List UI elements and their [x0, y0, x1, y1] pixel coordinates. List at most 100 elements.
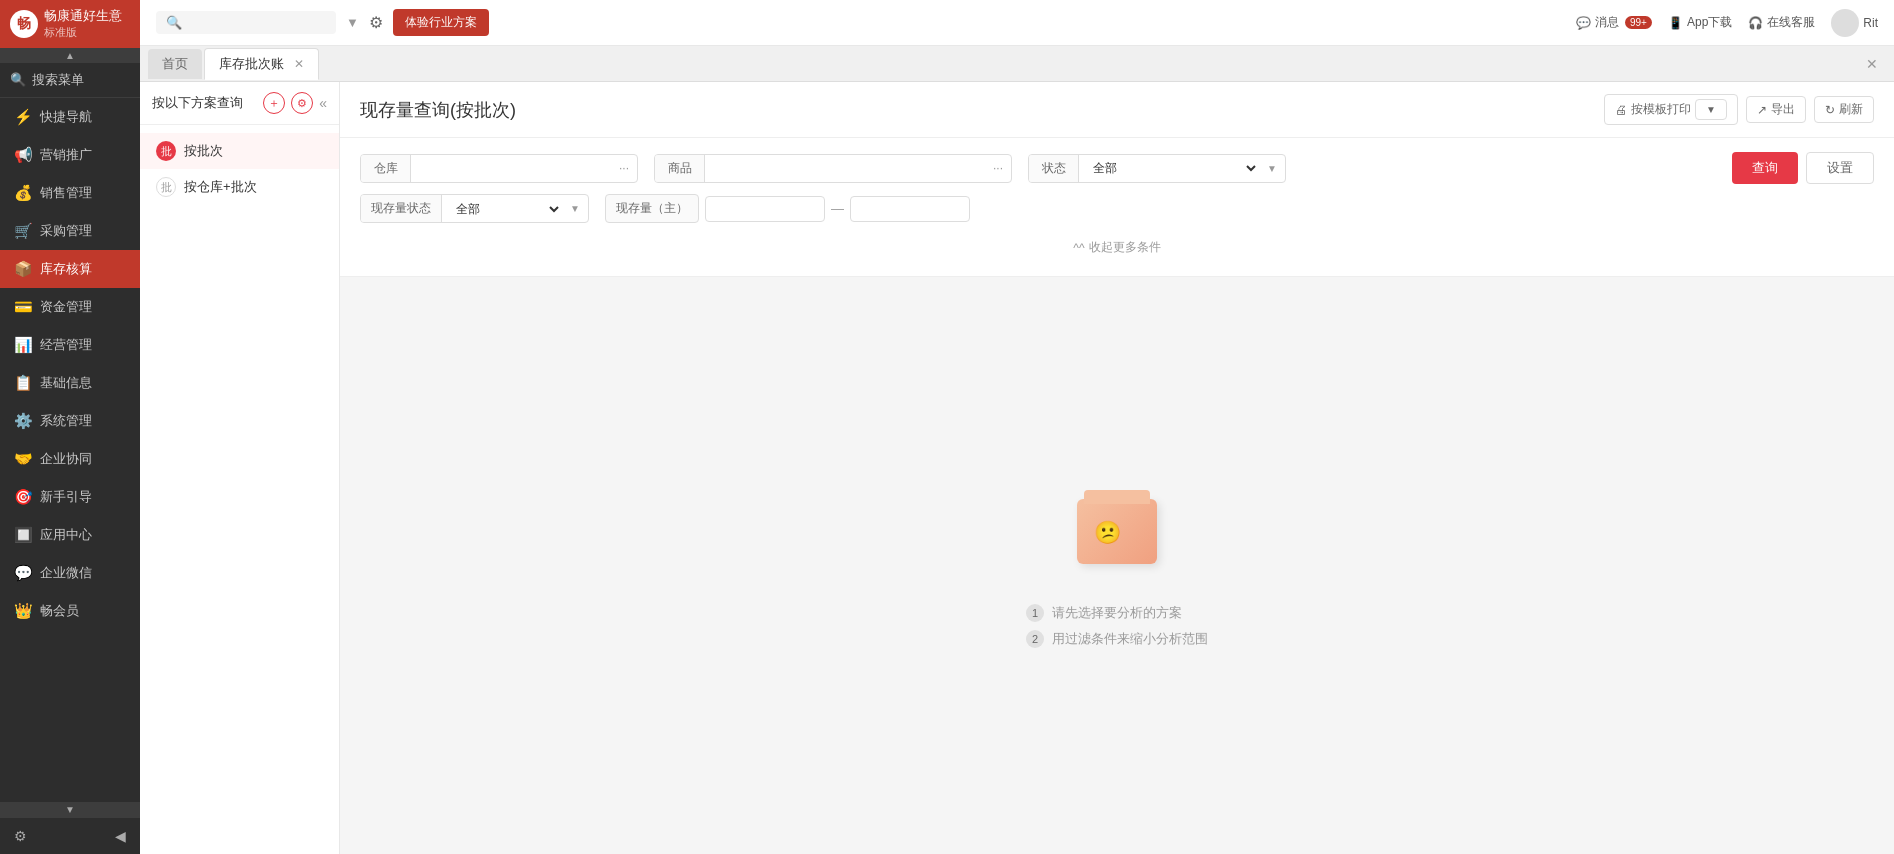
print-button[interactable]: 🖨 按模板打印 ▼ [1604, 94, 1738, 125]
tab-home[interactable]: 首页 [148, 49, 202, 79]
main-area: 🔍 ▼ ⚙ 体验行业方案 💬 消息 99+ 📱 App下载 🎧 在线客服 [140, 0, 1894, 854]
topbar-dropdown-icon[interactable]: ▼ [346, 15, 359, 30]
product-field: 商品 ··· [654, 154, 1012, 183]
status-field: 状态 全部 正常 停用 ▼ [1028, 154, 1286, 183]
sidebar-item-finance[interactable]: 💳 资金管理 [0, 288, 140, 326]
hint-1-text: 请先选择要分析的方案 [1052, 604, 1182, 622]
experience-button[interactable]: 体验行业方案 [393, 9, 489, 36]
warehouse-field: 仓库 ··· [360, 154, 638, 183]
online-service-button[interactable]: 🎧 在线客服 [1748, 14, 1815, 31]
sidebar-item-label: 新手引导 [40, 488, 92, 506]
inventory-quantity-range: 现存量（主） — [605, 194, 970, 223]
empty-illustration: 😕 [1057, 484, 1177, 584]
inventory-quantity-max[interactable] [850, 196, 970, 222]
page-actions: 🖨 按模板打印 ▼ ↗ 导出 ↻ 刷新 [1604, 94, 1874, 125]
scroll-down[interactable]: ▼ [0, 802, 140, 817]
panel-close-button[interactable]: ✕ [1858, 52, 1886, 76]
topbar: 🔍 ▼ ⚙ 体验行业方案 💬 消息 99+ 📱 App下载 🎧 在线客服 [140, 0, 1894, 46]
tab-close-icon[interactable]: ✕ [294, 57, 304, 71]
page-title: 现存量查询(按批次) [360, 98, 516, 122]
refresh-button[interactable]: ↻ 刷新 [1814, 96, 1874, 123]
inventory-status-field: 现存量状态 全部 ▼ [360, 194, 589, 223]
sidebar-item-label: 畅会员 [40, 602, 79, 620]
sidebar-item-business[interactable]: 📊 经营管理 [0, 326, 140, 364]
sidebar-footer: ⚙ ◀ [0, 817, 140, 854]
empty-hint-1: 1 请先选择要分析的方案 [1026, 604, 1208, 622]
left-panel-actions: ＋ ⚙ « [263, 92, 327, 114]
sidebar-item-marketing[interactable]: 📢 营销推广 [0, 136, 140, 174]
warehouse-dots[interactable]: ··· [611, 156, 637, 180]
topbar-search-input[interactable] [188, 16, 308, 30]
filter-row-2: 现存量状态 全部 ▼ 现存量（主） — [360, 194, 1874, 223]
page-header: 现存量查询(按批次) 🖨 按模板打印 ▼ ↗ 导出 ↻ 刷新 [340, 82, 1894, 138]
app-title-group: 畅康通好生意 标准版 [44, 8, 122, 40]
topbar-search-box[interactable]: 🔍 [156, 11, 336, 34]
sidebar-item-apps[interactable]: 🔲 应用中心 [0, 516, 140, 554]
search-icon: 🔍 [10, 72, 26, 87]
sidebar-item-label: 库存核算 [40, 260, 92, 278]
sidebar-item-label: 应用中心 [40, 526, 92, 544]
product-input[interactable] [705, 156, 985, 180]
collapse-icon[interactable]: ◀ [115, 828, 126, 844]
product-dots[interactable]: ··· [985, 156, 1011, 180]
app-download-button[interactable]: 📱 App下载 [1668, 14, 1732, 31]
inventory-icon: 📦 [14, 260, 32, 278]
export-label: 导出 [1771, 101, 1795, 118]
inventory-quantity-min[interactable] [705, 196, 825, 222]
hint-2-text: 用过滤条件来缩小分析范围 [1052, 630, 1208, 648]
inventory-status-label: 现存量状态 [361, 195, 442, 222]
settings-plan-button[interactable]: ⚙ [291, 92, 313, 114]
warehouse-input[interactable] [411, 156, 611, 180]
user-profile[interactable]: Rit [1831, 9, 1878, 37]
export-button[interactable]: ↗ 导出 [1746, 96, 1806, 123]
inventory-quantity-label: 现存量（主） [605, 194, 699, 223]
collapse-panel-icon[interactable]: « [319, 95, 327, 111]
message-icon: 💬 [1576, 16, 1591, 30]
tab-inventory-batch[interactable]: 库存批次账 ✕ [204, 48, 319, 80]
sidebar-item-quick-nav[interactable]: ⚡ 快捷导航 [0, 98, 140, 136]
collapse-more-button[interactable]: ^^ 收起更多条件 [360, 233, 1874, 262]
status-select[interactable]: 全部 正常 停用 [1079, 155, 1259, 181]
marketing-icon: 📢 [14, 146, 32, 164]
wechat-icon: 💬 [14, 564, 32, 582]
sidebar-item-label: 采购管理 [40, 222, 92, 240]
sidebar-search[interactable]: 🔍 搜索菜单 [0, 63, 140, 98]
sidebar-item-label: 资金管理 [40, 298, 92, 316]
inventory-status-select[interactable]: 全部 [442, 196, 562, 222]
status-label: 状态 [1029, 155, 1079, 182]
topbar-settings-icon[interactable]: ⚙ [369, 13, 383, 32]
left-panel-header: 按以下方案查询 ＋ ⚙ « [140, 82, 339, 125]
system-icon: ⚙️ [14, 412, 32, 430]
scroll-up[interactable]: ▲ [0, 48, 140, 63]
filter-settings-button[interactable]: 设置 [1806, 152, 1874, 184]
empty-hints: 1 请先选择要分析的方案 2 用过滤条件来缩小分析范围 [1026, 604, 1208, 648]
refresh-icon: ↻ [1825, 103, 1835, 117]
sidebar-item-member[interactable]: 👑 畅会员 [0, 592, 140, 630]
content-area: 按以下方案查询 ＋ ⚙ « 批 按批次 批 按仓库+批次 [140, 82, 1894, 854]
sidebar-item-sales[interactable]: 💰 销售管理 [0, 174, 140, 212]
enterprise-icon: 🤝 [14, 450, 32, 468]
business-icon: 📊 [14, 336, 32, 354]
guide-icon: 🎯 [14, 488, 32, 506]
print-dropdown-icon[interactable]: ▼ [1695, 99, 1727, 120]
plan-icon-active: 批 [156, 141, 176, 161]
sidebar-item-system[interactable]: ⚙️ 系统管理 [0, 402, 140, 440]
status-dropdown-icon: ▼ [1259, 163, 1285, 174]
add-plan-button[interactable]: ＋ [263, 92, 285, 114]
plan-item-by-batch[interactable]: 批 按批次 [140, 133, 339, 169]
sidebar-item-purchase[interactable]: 🛒 采购管理 [0, 212, 140, 250]
plan-item-by-warehouse-batch[interactable]: 批 按仓库+批次 [140, 169, 339, 205]
search-label: 搜索菜单 [32, 71, 84, 89]
sidebar-item-label: 企业微信 [40, 564, 92, 582]
sidebar-item-wechat[interactable]: 💬 企业微信 [0, 554, 140, 592]
query-button[interactable]: 查询 [1732, 152, 1798, 184]
online-service-label: 在线客服 [1767, 14, 1815, 31]
settings-icon[interactable]: ⚙ [14, 828, 27, 844]
sidebar-item-inventory[interactable]: 📦 库存核算 [0, 250, 140, 288]
messages-button[interactable]: 💬 消息 99+ [1576, 14, 1652, 31]
sidebar-item-label: 经营管理 [40, 336, 92, 354]
plan-label: 按仓库+批次 [184, 178, 257, 196]
sidebar-item-guide[interactable]: 🎯 新手引导 [0, 478, 140, 516]
sidebar-item-enterprise[interactable]: 🤝 企业协同 [0, 440, 140, 478]
sidebar-item-basic[interactable]: 📋 基础信息 [0, 364, 140, 402]
